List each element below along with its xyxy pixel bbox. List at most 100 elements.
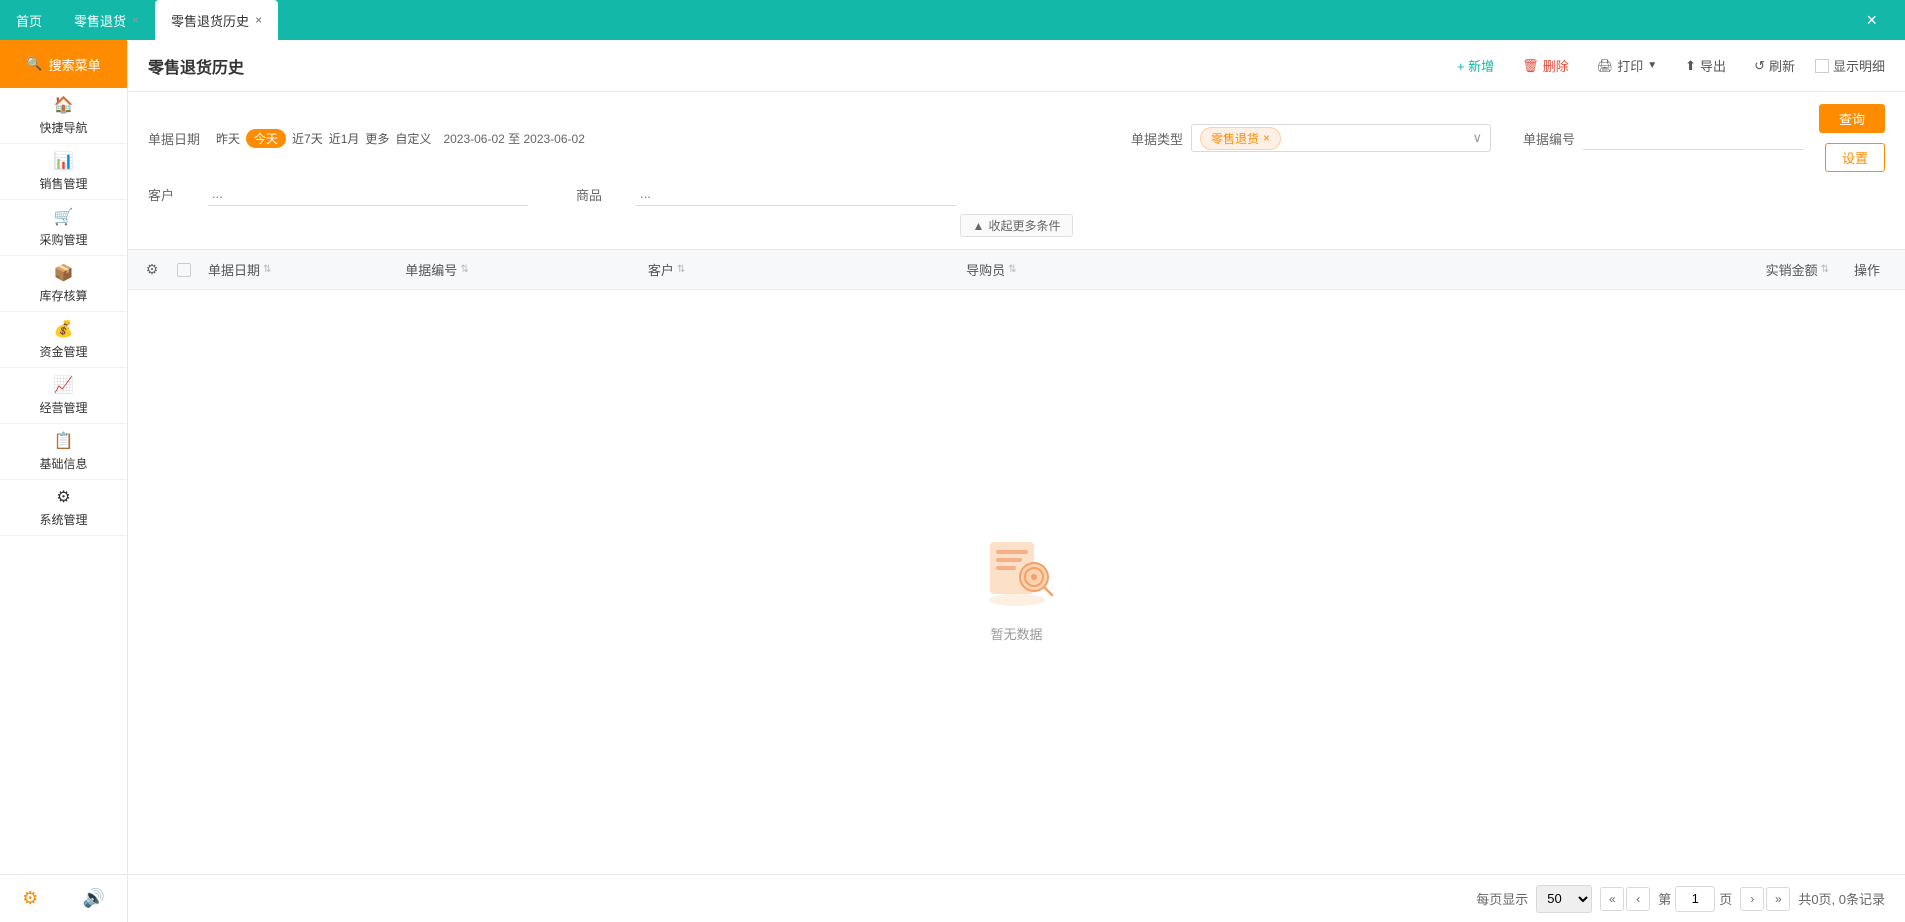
col-number-label: 单据编号 xyxy=(405,260,457,279)
settings-bottom-icon[interactable]: ⚙ xyxy=(22,888,38,909)
query-button[interactable]: 查询 xyxy=(1819,104,1885,133)
tab-home[interactable]: 首页 xyxy=(0,0,58,40)
col-action-label: 操作 xyxy=(1854,260,1880,279)
new-button[interactable]: + 新增 xyxy=(1449,52,1502,79)
empty-text: 暂无数据 xyxy=(990,624,1042,643)
page-title: 零售退货历史 xyxy=(148,54,244,78)
tab-retail-return-close[interactable]: × xyxy=(132,13,139,27)
column-settings-icon[interactable]: ⚙ xyxy=(146,261,159,278)
inventory-icon: 📦 xyxy=(54,263,74,283)
date-shortcut-today[interactable]: 今天 xyxy=(246,129,286,148)
col-number-header[interactable]: 单据编号 ⇅ xyxy=(397,260,640,279)
col-amount-header[interactable]: 实销金额 ⇅ xyxy=(1670,260,1837,279)
content-area: 零售退货历史 + 新增 🗑 删除 🖨 打印 ▼ ⬆ 导出 xyxy=(128,40,1905,922)
page-nav: « ‹ xyxy=(1600,887,1650,911)
tab-retail-return-history-close[interactable]: × xyxy=(255,13,262,27)
goods-filter-input[interactable] xyxy=(636,182,956,206)
tab-retail-return-history-label: 零售退货历史 xyxy=(171,11,249,30)
display-detail-label: 显示明细 xyxy=(1833,56,1885,75)
date-shortcut-yesterday[interactable]: 昨天 xyxy=(216,130,240,147)
col-amount-label: 实销金额 xyxy=(1766,260,1818,279)
select-all-checkbox[interactable] xyxy=(177,263,191,277)
display-detail-checkbox[interactable] xyxy=(1815,59,1829,73)
export-icon: ⬆ xyxy=(1685,58,1696,74)
main-layout: 🔍 搜索菜单 🏠 快捷导航 📊 销售管理 🛒 采购管理 📦 库存核算 💰 资金管… xyxy=(0,40,1905,922)
col-date-sort-icon: ⇅ xyxy=(263,264,271,275)
sidebar-item-sales-label: 销售管理 xyxy=(39,175,87,192)
sidebar-item-operations[interactable]: 📈 经营管理 xyxy=(0,368,127,424)
print-chevron-icon: ▼ xyxy=(1647,60,1657,71)
sidebar-item-purchase[interactable]: 🛒 采购管理 xyxy=(0,200,127,256)
sidebar: 🔍 搜索菜单 🏠 快捷导航 📊 销售管理 🛒 采购管理 📦 库存核算 💰 资金管… xyxy=(0,40,128,922)
col-amount-sort-icon: ⇅ xyxy=(1821,264,1829,275)
filter-row-2: 客户 商品 xyxy=(148,182,1885,206)
col-checkbox[interactable] xyxy=(168,263,200,277)
refresh-button-label: 刷新 xyxy=(1769,56,1795,75)
page-size-select[interactable]: 50 100 200 xyxy=(1536,885,1592,913)
date-filter-label: 单据日期 xyxy=(148,129,208,148)
delete-button[interactable]: 🗑 删除 xyxy=(1514,52,1577,79)
search-menu-label: 搜索菜单 xyxy=(49,55,101,74)
tab-bar: 首页 零售退货 × 零售退货历史 × xyxy=(0,0,1854,40)
col-customer-header[interactable]: 客户 ⇅ xyxy=(640,260,958,279)
type-filter-select[interactable]: 零售退货 × ∨ xyxy=(1191,124,1491,152)
sidebar-item-sales[interactable]: 📊 销售管理 xyxy=(0,144,127,200)
page-number-input[interactable] xyxy=(1675,886,1715,912)
delete-button-label: 删除 xyxy=(1543,56,1569,75)
page-size-label: 每页显示 xyxy=(1476,889,1528,908)
customer-filter-input[interactable] xyxy=(208,182,528,206)
table-header: ⚙ 单据日期 ⇅ 单据编号 ⇅ 客户 ⇅ 导购员 xyxy=(128,250,1905,290)
filter-settings-button[interactable]: 设置 xyxy=(1825,143,1885,172)
tab-retail-return[interactable]: 零售退货 × xyxy=(58,0,155,40)
audio-icon[interactable]: 🔊 xyxy=(82,888,104,909)
prev-page-button[interactable]: ‹ xyxy=(1626,887,1650,911)
sidebar-item-system[interactable]: ⚙ 系统管理 xyxy=(0,480,127,536)
sidebar-item-purchase-label: 采购管理 xyxy=(39,231,87,248)
sidebar-item-finance[interactable]: 💰 资金管理 xyxy=(0,312,127,368)
col-settings[interactable]: ⚙ xyxy=(136,261,168,278)
new-button-label: + 新增 xyxy=(1457,56,1494,75)
col-date-header[interactable]: 单据日期 ⇅ xyxy=(200,260,397,279)
date-shortcut-1month[interactable]: 近1月 xyxy=(329,130,360,147)
top-bar: 首页 零售退货 × 零售退货历史 × × xyxy=(0,0,1905,40)
date-shortcut-more[interactable]: 更多 xyxy=(365,130,389,147)
collapse-bar: ▲ 收起更多条件 xyxy=(148,214,1885,237)
refresh-button[interactable]: ↺ 刷新 xyxy=(1746,52,1803,79)
sidebar-item-quick-nav[interactable]: 🏠 快捷导航 xyxy=(0,88,127,144)
toolbar: + 新增 🗑 删除 🖨 打印 ▼ ⬆ 导出 ↺ 刷新 xyxy=(1449,52,1885,79)
empty-state: 暂无数据 xyxy=(972,522,1062,643)
col-action-header: 操作 xyxy=(1837,260,1897,279)
print-button[interactable]: 🖨 打印 ▼ xyxy=(1589,52,1665,79)
sidebar-item-inventory-label: 库存核算 xyxy=(39,287,87,304)
pagination: 每页显示 50 100 200 « ‹ 第 页 › » 共0页, 0条记录 xyxy=(128,874,1905,922)
sales-icon: 📊 xyxy=(54,151,74,171)
col-guide-header[interactable]: 导购员 ⇅ xyxy=(958,260,1201,279)
number-filter-label: 单据编号 xyxy=(1523,129,1583,148)
sidebar-item-inventory[interactable]: 📦 库存核算 xyxy=(0,256,127,312)
col-date-label: 单据日期 xyxy=(208,260,260,279)
print-button-label: 打印 xyxy=(1617,56,1643,75)
date-shortcut-7days[interactable]: 近7天 xyxy=(292,130,323,147)
action-buttons: 查询 设置 xyxy=(1819,104,1885,172)
purchase-icon: 🛒 xyxy=(54,207,74,227)
filter-area: 单据日期 昨天 今天 近7天 近1月 更多 自定义 2023-06-02 至 2… xyxy=(128,92,1905,250)
sidebar-item-basic-info[interactable]: 📋 基础信息 xyxy=(0,424,127,480)
tab-retail-return-history[interactable]: 零售退货历史 × xyxy=(155,0,278,40)
page-total: 共0页, 0条记录 xyxy=(1798,889,1885,908)
type-filter-label: 单据类型 xyxy=(1131,129,1191,148)
window-close-button[interactable]: × xyxy=(1854,10,1889,30)
display-detail-toggle[interactable]: 显示明细 xyxy=(1815,56,1885,75)
date-shortcut-custom[interactable]: 自定义 xyxy=(395,130,431,147)
last-page-button[interactable]: » xyxy=(1766,887,1790,911)
search-menu-button[interactable]: 🔍 搜索菜单 xyxy=(0,40,127,88)
first-page-button[interactable]: « xyxy=(1600,887,1624,911)
col-customer-sort-icon: ⇅ xyxy=(677,264,685,275)
sidebar-item-operations-label: 经营管理 xyxy=(39,399,87,416)
top-bar-right: × xyxy=(1854,10,1905,31)
type-tag-close-icon[interactable]: × xyxy=(1263,131,1270,145)
collapse-button[interactable]: ▲ 收起更多条件 xyxy=(960,214,1074,237)
date-range-display: 2023-06-02 至 2023-06-02 xyxy=(443,130,584,147)
export-button[interactable]: ⬆ 导出 xyxy=(1677,52,1734,79)
next-page-button[interactable]: › xyxy=(1740,887,1764,911)
number-filter-input[interactable] xyxy=(1583,126,1803,150)
